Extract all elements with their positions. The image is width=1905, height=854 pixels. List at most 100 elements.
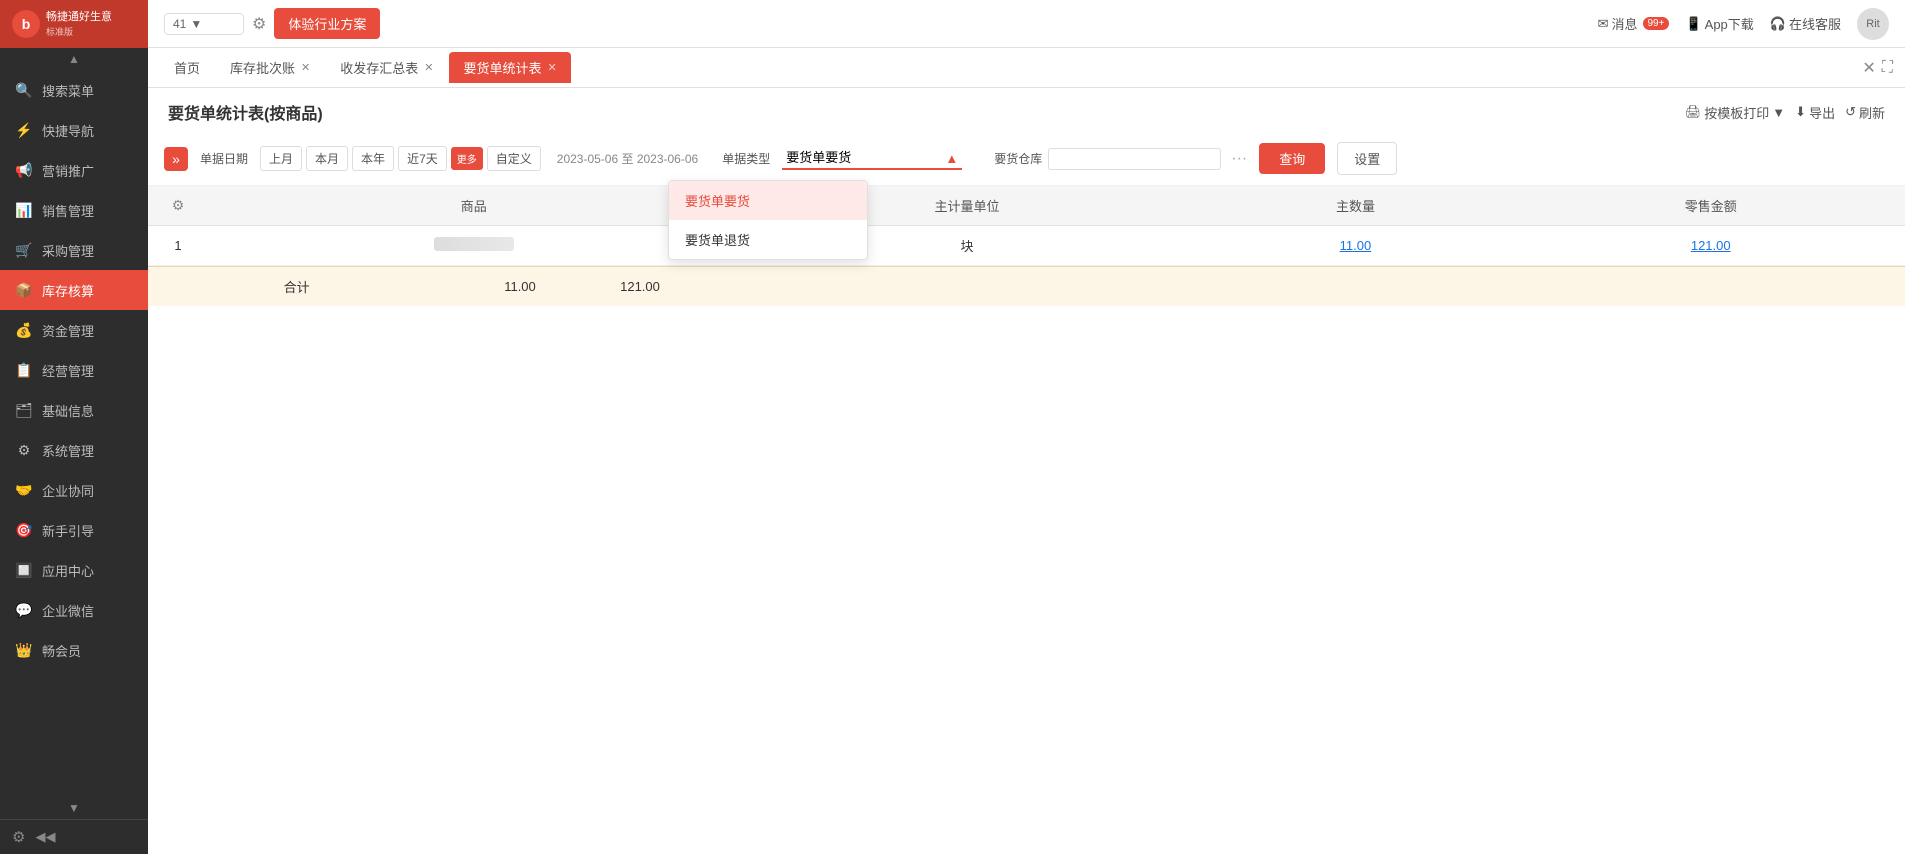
col-amount: 零售金额	[1516, 186, 1905, 226]
sidebar-scroll-down[interactable]: ▼	[0, 797, 148, 819]
trial-button[interactable]: 体验行业方案	[274, 8, 380, 39]
filter-expand-button[interactable]: »	[164, 147, 188, 171]
operations-icon: 📋	[14, 360, 34, 380]
sidebar-item-enterprise[interactable]: 🤝 企业协同	[0, 470, 148, 510]
sidebar-label-basic: 基础信息	[42, 401, 94, 420]
tab-receive-summary-close[interactable]: ✕	[424, 61, 433, 74]
tab-expand[interactable]: ⛶	[1882, 59, 1893, 77]
quick-nav-icon: ⚡	[14, 120, 34, 140]
date-preset-more[interactable]: 更多	[451, 147, 483, 170]
user-avatar[interactable]: Rit	[1857, 8, 1889, 40]
tab-inventory-batch[interactable]: 库存批次账 ✕	[216, 52, 324, 83]
data-table: ⚙ 商品 主计量单位 主数量 零售金额	[148, 186, 1905, 266]
sidebar-item-finance[interactable]: 💰 资金管理	[0, 310, 148, 350]
sidebar-item-quick-nav[interactable]: ⚡ 快捷导航	[0, 110, 148, 150]
tab-close-all[interactable]: ✕	[1862, 58, 1875, 78]
row-qty[interactable]: 11.00	[1194, 226, 1516, 266]
messages-badge: 99+	[1643, 17, 1670, 30]
search-icon: 🔍	[14, 80, 34, 100]
tabs-end: ✕ ⛶	[1862, 58, 1893, 78]
online-service-button[interactable]: 🎧 在线客服	[1770, 14, 1841, 33]
footer-total-amount: 121.00	[580, 279, 700, 294]
row-amount[interactable]: 121.00	[1516, 226, 1905, 266]
print-template-button[interactable]: 🖨 按模板打印 ▼	[1685, 103, 1785, 122]
sidebar-item-wechat[interactable]: 💬 企业微信	[0, 590, 148, 630]
message-icon: ✉	[1598, 16, 1609, 32]
settings-button[interactable]: 设置	[1337, 142, 1397, 175]
topbar-left: 41 ▼ ⚙ 体验行业方案	[164, 8, 1586, 39]
col-qty: 主数量	[1194, 186, 1516, 226]
sidebar-item-system[interactable]: ⚙ 系统管理	[0, 430, 148, 470]
sidebar-item-operations[interactable]: 📋 经营管理	[0, 350, 148, 390]
export-button[interactable]: ⬇ 导出	[1795, 103, 1835, 122]
topbar-right: ✉ 消息 99+ 📱 App下载 🎧 在线客服 Rit	[1598, 8, 1889, 40]
date-preset-this-year[interactable]: 本年	[352, 146, 394, 171]
footer-empty-unit	[340, 279, 460, 294]
sidebar-item-search[interactable]: 🔍 搜索菜单	[0, 70, 148, 110]
sidebar-label-marketing: 营销推广	[42, 161, 94, 180]
footer-total-qty: 11.00	[460, 279, 580, 294]
table-footer: 合计 11.00 121.00	[148, 266, 1905, 306]
messages-label: 消息	[1611, 14, 1637, 33]
app-download-label: App下载	[1705, 14, 1754, 33]
sidebar-item-apps[interactable]: 🔲 应用中心	[0, 550, 148, 590]
tab-order-stats[interactable]: 要货单统计表 ✕	[449, 52, 570, 83]
footer-values: 11.00 121.00	[340, 279, 700, 294]
tab-inventory-batch-close[interactable]: ✕	[301, 61, 310, 74]
warehouse-input[interactable]	[1048, 148, 1221, 170]
col-product: 商品	[208, 186, 740, 226]
table-settings-icon[interactable]: ⚙	[172, 197, 185, 213]
print-chevron-icon: ▼	[1772, 105, 1785, 120]
refresh-icon: ↺	[1845, 104, 1856, 120]
date-presets: 上月 本月 本年 近7天 更多 自定义	[260, 146, 541, 171]
refresh-button[interactable]: ↺ 刷新	[1845, 103, 1885, 122]
purchase-icon: 🛒	[14, 240, 34, 260]
date-preset-7days[interactable]: 近7天	[398, 146, 447, 171]
tab-order-stats-label: 要货单统计表	[463, 58, 541, 77]
sidebar-item-sales[interactable]: 📊 销售管理	[0, 190, 148, 230]
date-preset-custom[interactable]: 自定义	[487, 146, 541, 171]
date-preset-last-month[interactable]: 上月	[260, 146, 302, 171]
type-select-wrapper: 要货单要货 要货单退货 ▲	[782, 147, 962, 170]
sidebar-nav: 🔍 搜索菜单 ⚡ 快捷导航 📢 营销推广 📊 销售管理 🛒 采购管理 📦 库存核…	[0, 70, 148, 797]
tabs-bar: 首页 库存批次账 ✕ 收发存汇总表 ✕ 要货单统计表 ✕ ✕ ⛶	[148, 48, 1905, 88]
settings-gear-icon[interactable]: ⚙	[252, 14, 266, 34]
dropdown-option-order-return[interactable]: 要货单退货	[669, 220, 867, 259]
total-label: 合计	[284, 280, 310, 295]
type-dropdown: 要货单要货 要货单退货	[668, 180, 868, 260]
app-download-button[interactable]: 📱 App下载	[1685, 14, 1753, 33]
page-content: 要货单统计表(按商品) 🖨 按模板打印 ▼ ⬇ 导出 ↺ 刷新	[148, 88, 1905, 854]
members-icon: 👑	[14, 640, 34, 660]
sidebar-label-search: 搜索菜单	[42, 81, 94, 100]
sidebar-item-marketing[interactable]: 📢 营销推广	[0, 150, 148, 190]
topbar: 41 ▼ ⚙ 体验行业方案 ✉ 消息 99+ 📱 App下载 🎧 在线客服 Ri…	[148, 0, 1905, 48]
sidebar-item-purchase[interactable]: 🛒 采购管理	[0, 230, 148, 270]
main-area: 41 ▼ ⚙ 体验行业方案 ✉ 消息 99+ 📱 App下载 🎧 在线客服 Ri…	[148, 0, 1905, 854]
sidebar-item-members[interactable]: 👑 畅会员	[0, 630, 148, 670]
sidebar-label-members: 畅会员	[42, 641, 81, 660]
sidebar-item-inventory[interactable]: 📦 库存核算	[0, 270, 148, 310]
query-button[interactable]: 查询	[1259, 143, 1325, 174]
sidebar-collapse-icon[interactable]: ◀◀	[35, 829, 55, 845]
tab-receive-summary[interactable]: 收发存汇总表 ✕	[326, 52, 447, 83]
col-settings: ⚙	[148, 186, 208, 226]
tab-receive-summary-label: 收发存汇总表	[340, 58, 418, 77]
phone-icon: 📱	[1685, 16, 1701, 32]
type-select[interactable]: 要货单要货 要货单退货	[782, 147, 962, 170]
sidebar-item-guide[interactable]: 🎯 新手引导	[0, 510, 148, 550]
sidebar-label-enterprise: 企业协同	[42, 481, 94, 500]
row-index: 1	[148, 226, 208, 266]
filter-bar: » 单据日期 上月 本月 本年 近7天 更多 自定义 2023-05-06 至 …	[148, 132, 1905, 186]
filter-more-dots[interactable]: ···	[1231, 150, 1247, 168]
chevron-down-icon: ▼	[190, 17, 202, 31]
messages-button[interactable]: ✉ 消息 99+	[1598, 14, 1670, 33]
dropdown-option-order-goods[interactable]: 要货单要货	[669, 181, 867, 220]
date-preset-this-month[interactable]: 本月	[306, 146, 348, 171]
company-selector[interactable]: 41 ▼	[164, 13, 244, 35]
sidebar-settings-icon[interactable]: ⚙	[12, 828, 25, 846]
tab-home[interactable]: 首页	[160, 52, 214, 83]
sidebar-scroll-up[interactable]: ▲	[0, 48, 148, 70]
tab-order-stats-close[interactable]: ✕	[548, 61, 557, 74]
sidebar-item-basic[interactable]: 🗂 基础信息	[0, 390, 148, 430]
avatar-text: Rit	[1866, 18, 1879, 30]
